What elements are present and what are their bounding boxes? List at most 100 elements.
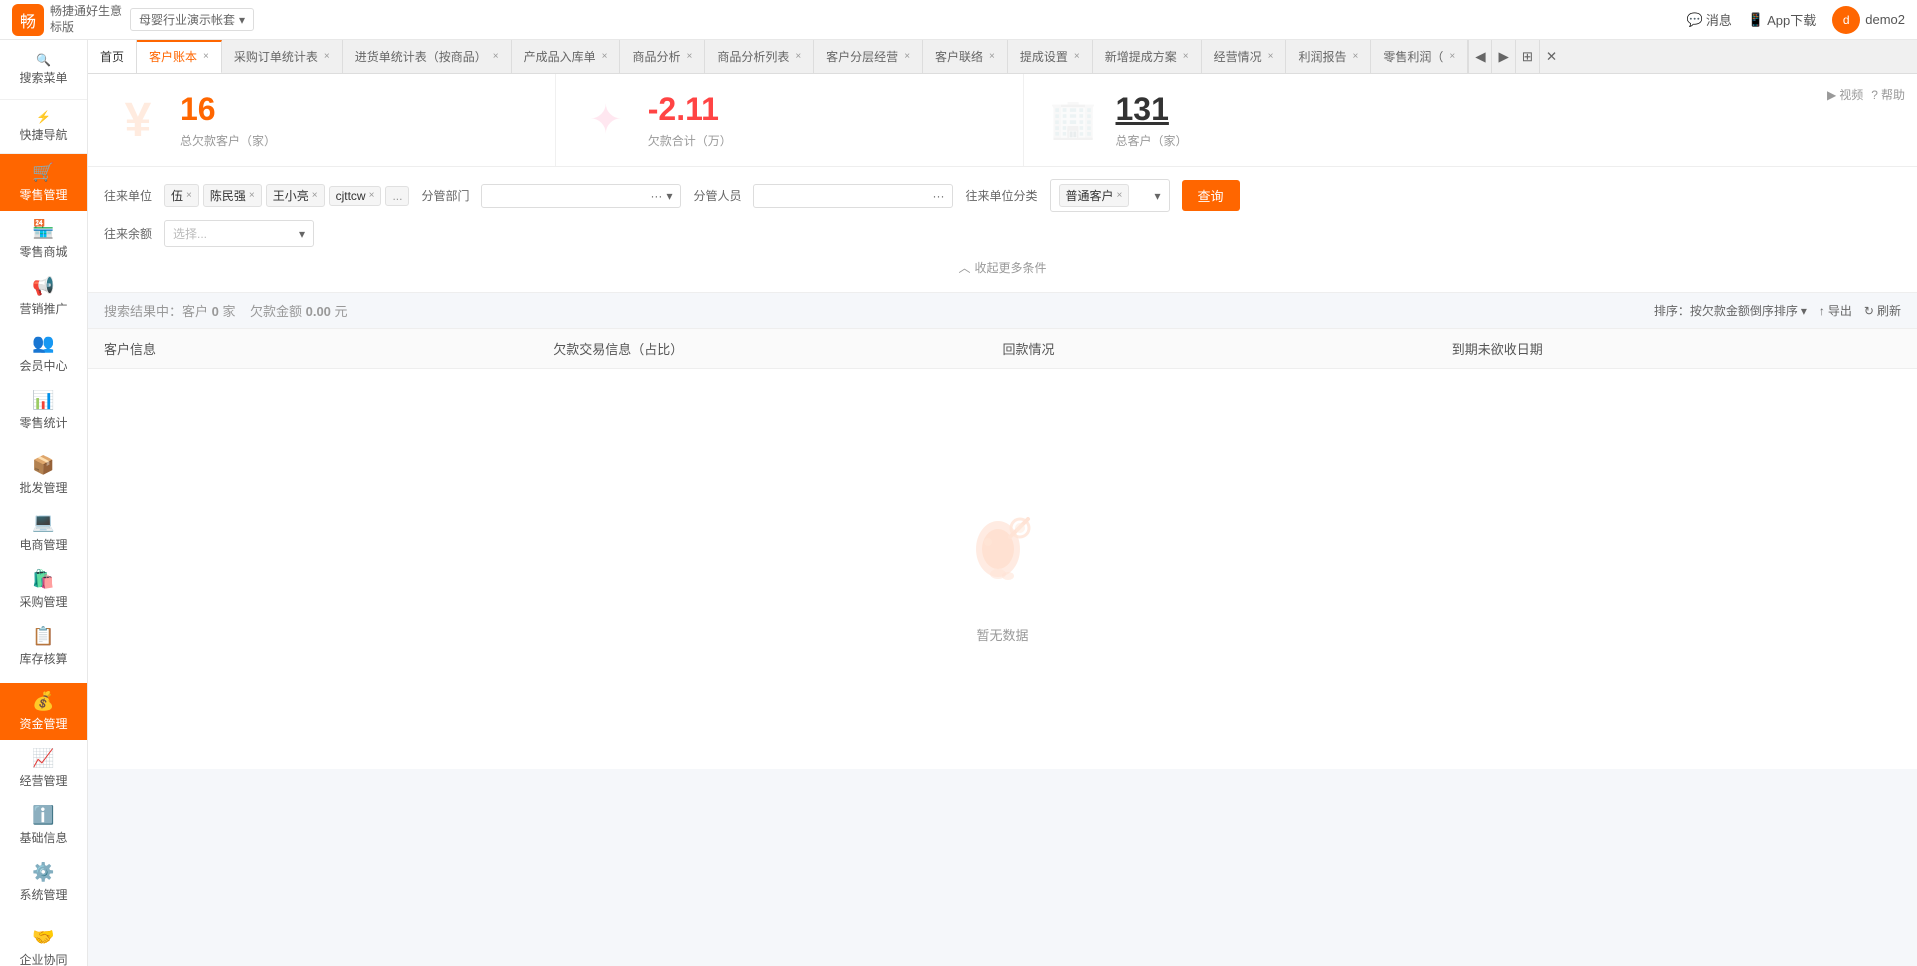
content-area: 首页 客户账本 × 采购订单统计表 × 进货单统计表（按商品） × 产成品入库单… [88, 40, 1917, 966]
table-col-overdue-tx: 欠款交易信息（占比） [553, 339, 1002, 358]
sidebar-item-marketing[interactable]: 📢 营销推广 [0, 268, 87, 325]
refresh-btn[interactable]: ↻ 刷新 [1864, 302, 1901, 319]
stat-info-overdue-customers: 16 总欠款客户（家） [180, 91, 535, 149]
remove-tag-3[interactable]: × [312, 190, 318, 201]
stat-label-overdue-customers: 总欠款客户（家） [180, 132, 535, 149]
stat-total-customers: 🏢 131 总客户（家） ▶ 视频 ? 帮助 [1024, 74, 1917, 166]
stat-help-area: ▶ 视频 ? 帮助 [1827, 86, 1905, 103]
tab-retail-profit[interactable]: 零售利润（ × [1371, 40, 1468, 74]
stat-value-total-customers: 131 [1116, 91, 1898, 128]
tab-nav-right-btn[interactable]: ▶ [1491, 40, 1514, 74]
tab-close-ops-status[interactable]: × [1268, 51, 1274, 62]
table-col-repayment: 回款情况 [1003, 339, 1452, 358]
tab-cost-in[interactable]: 产成品入库单 × [512, 40, 621, 74]
tab-stock-stat[interactable]: 进货单统计表（按商品） × [343, 40, 512, 74]
sidebar-item-retail-mall[interactable]: 🏪 零售商城 [0, 211, 87, 268]
refresh-icon: ↻ [1864, 304, 1874, 318]
table-col-due-date: 到期未欲收日期 [1452, 339, 1901, 358]
tab-customer-tier[interactable]: 客户分层经营 × [814, 40, 923, 74]
retail-stat-icon: 📊 [32, 390, 54, 411]
tab-nav-close-all-btn[interactable]: ✕ [1539, 40, 1563, 74]
stat-overdue-amount: ✦ -2.11 欠款合计（万） [556, 74, 1024, 166]
query-button[interactable]: 查询 [1182, 180, 1240, 211]
tab-nav-left-btn[interactable]: ◀ [1468, 40, 1491, 74]
tab-close-goods-analysis[interactable]: × [686, 51, 692, 62]
sort-select[interactable]: 排序：按欠款金额倒序排序 ▾ [1654, 302, 1807, 319]
tab-close-new-reminder[interactable]: × [1183, 51, 1189, 62]
balance-select[interactable]: 选择... ▾ [164, 220, 314, 247]
tab-close-customer-connect[interactable]: × [989, 51, 995, 62]
sidebar-item-retail[interactable]: 🛒 零售管理 [0, 154, 87, 211]
stats-bar: ¥ 16 总欠款客户（家） ✦ -2.11 欠款合计（万） 🏢 [88, 74, 1917, 167]
balance-down-icon: ▾ [299, 227, 305, 241]
stat-label-total-customers: 总客户（家） [1116, 132, 1898, 149]
chevron-down-icon: ▾ [239, 13, 245, 27]
message-btn[interactable]: 💬 消息 [1687, 10, 1732, 29]
table-container: 客户信息 欠款交易信息（占比） 回款情况 到期未欲收日期 [88, 329, 1917, 769]
tab-close-stock-stat[interactable]: × [493, 51, 499, 62]
sidebar-item-enterprise[interactable]: 🤝 企业协同 [0, 919, 87, 966]
sidebar-item-basic[interactable]: ℹ️ 基础信息 [0, 797, 87, 854]
tab-close-goods-analysis-list[interactable]: × [795, 51, 801, 62]
sidebar-item-operation[interactable]: 📈 经营管理 [0, 740, 87, 797]
user-area[interactable]: d demo2 [1832, 6, 1905, 34]
filter-tag-1: 伍 × [164, 184, 199, 207]
tab-home[interactable]: 首页 [88, 40, 137, 74]
stat-value-overdue-customers: 16 [180, 91, 535, 128]
tab-customer-book[interactable]: 客户账本 × [137, 40, 222, 74]
sidebar-item-system[interactable]: ⚙️ 系统管理 [0, 854, 87, 911]
video-help-btn[interactable]: ▶ 视频 [1827, 86, 1863, 103]
category-select[interactable]: 普通客户 × ▾ [1050, 179, 1170, 212]
sidebar-item-member[interactable]: 👥 会员中心 [0, 325, 87, 382]
person-select[interactable]: ··· [753, 184, 953, 208]
remove-tag-2[interactable]: × [249, 190, 255, 201]
tab-close-purchase-order[interactable]: × [324, 51, 330, 62]
main-layout: 🔍 搜索菜单 ⚡ 快捷导航 🛒 零售管理 🏪 零售商城 📢 营销推广 👥 会员中… [0, 40, 1917, 966]
filter-tag-more[interactable]: ... [385, 186, 409, 206]
search-menu-btn[interactable]: 🔍 搜索菜单 [8, 48, 79, 91]
page-content: ¥ 16 总欠款客户（家） ✦ -2.11 欠款合计（万） 🏢 [88, 74, 1917, 966]
help-btn[interactable]: ? 帮助 [1871, 86, 1905, 103]
collapse-up-icon: ︿ [958, 259, 970, 276]
collapse-btn[interactable]: ︿ 收起更多条件 [950, 255, 1054, 280]
tab-close-customer-book[interactable]: × [203, 51, 209, 62]
stat-label-overdue-amount: 欠款合计（万） [648, 132, 1003, 149]
sidebar-item-purchase[interactable]: 🛍️ 采购管理 [0, 561, 87, 618]
export-btn[interactable]: ↑ 导出 [1819, 302, 1852, 319]
dept-select[interactable]: ··· ▾ [481, 184, 681, 208]
app-download-btn[interactable]: 📱 App下载 [1748, 10, 1816, 29]
sidebar-item-finance[interactable]: 💰 资金管理 [0, 683, 87, 740]
sidebar-item-ecommerce[interactable]: 💻 电商管理 [0, 504, 87, 561]
tab-close-cost-in[interactable]: × [602, 51, 608, 62]
top-bar: 畅 畅捷通好生意 标版 母婴行业演示帐套 ▾ 💬 消息 📱 App下载 d de… [0, 0, 1917, 40]
tab-customer-connect[interactable]: 客户联络 × [923, 40, 1008, 74]
sidebar-item-retail-stat[interactable]: 📊 零售统计 [0, 382, 87, 439]
demo-select[interactable]: 母婴行业演示帐套 ▾ [130, 8, 254, 31]
search-icon: 🔍 [36, 53, 51, 67]
tab-goods-analysis[interactable]: 商品分析 × [620, 40, 705, 74]
tab-goods-analysis-list[interactable]: 商品分析列表 × [705, 40, 814, 74]
top-bar-left: 畅 畅捷通好生意 标版 母婴行业演示帐套 ▾ [12, 4, 254, 36]
remove-tag-1[interactable]: × [186, 190, 192, 201]
filter-row-1: 往来单位 伍 × 陈民强 × 王小亮 × [104, 179, 1901, 212]
tab-new-reminder[interactable]: 新增提成方案 × [1093, 40, 1202, 74]
remove-cat-1[interactable]: × [1117, 190, 1123, 201]
export-icon: ↑ [1819, 304, 1825, 318]
table-header: 客户信息 欠款交易信息（占比） 回款情况 到期未欲收日期 [88, 329, 1917, 369]
app-icon: 📱 [1748, 12, 1764, 28]
tab-close-profit-report[interactable]: × [1352, 51, 1358, 62]
tab-purchase-order[interactable]: 采购订单统计表 × [222, 40, 343, 74]
quick-nav-btn[interactable]: ⚡ 快捷导航 [0, 104, 87, 149]
remove-tag-4[interactable]: × [369, 190, 375, 201]
tab-close-customer-tier[interactable]: × [904, 51, 910, 62]
operation-icon: 📈 [32, 748, 54, 769]
tab-reminder-setting[interactable]: 提成设置 × [1008, 40, 1093, 74]
tab-close-retail-profit[interactable]: × [1449, 51, 1455, 62]
tab-ops-status[interactable]: 经营情况 × [1202, 40, 1287, 74]
sidebar-item-wholesale[interactable]: 📦 批发管理 [0, 447, 87, 504]
person-more-icon: ··· [932, 189, 944, 203]
tab-close-reminder-setting[interactable]: × [1074, 51, 1080, 62]
tab-nav-expand-btn[interactable]: ⊞ [1515, 40, 1539, 74]
sidebar-item-inventory[interactable]: 📋 库存核算 [0, 618, 87, 675]
tab-profit-report[interactable]: 利润报告 × [1286, 40, 1371, 74]
